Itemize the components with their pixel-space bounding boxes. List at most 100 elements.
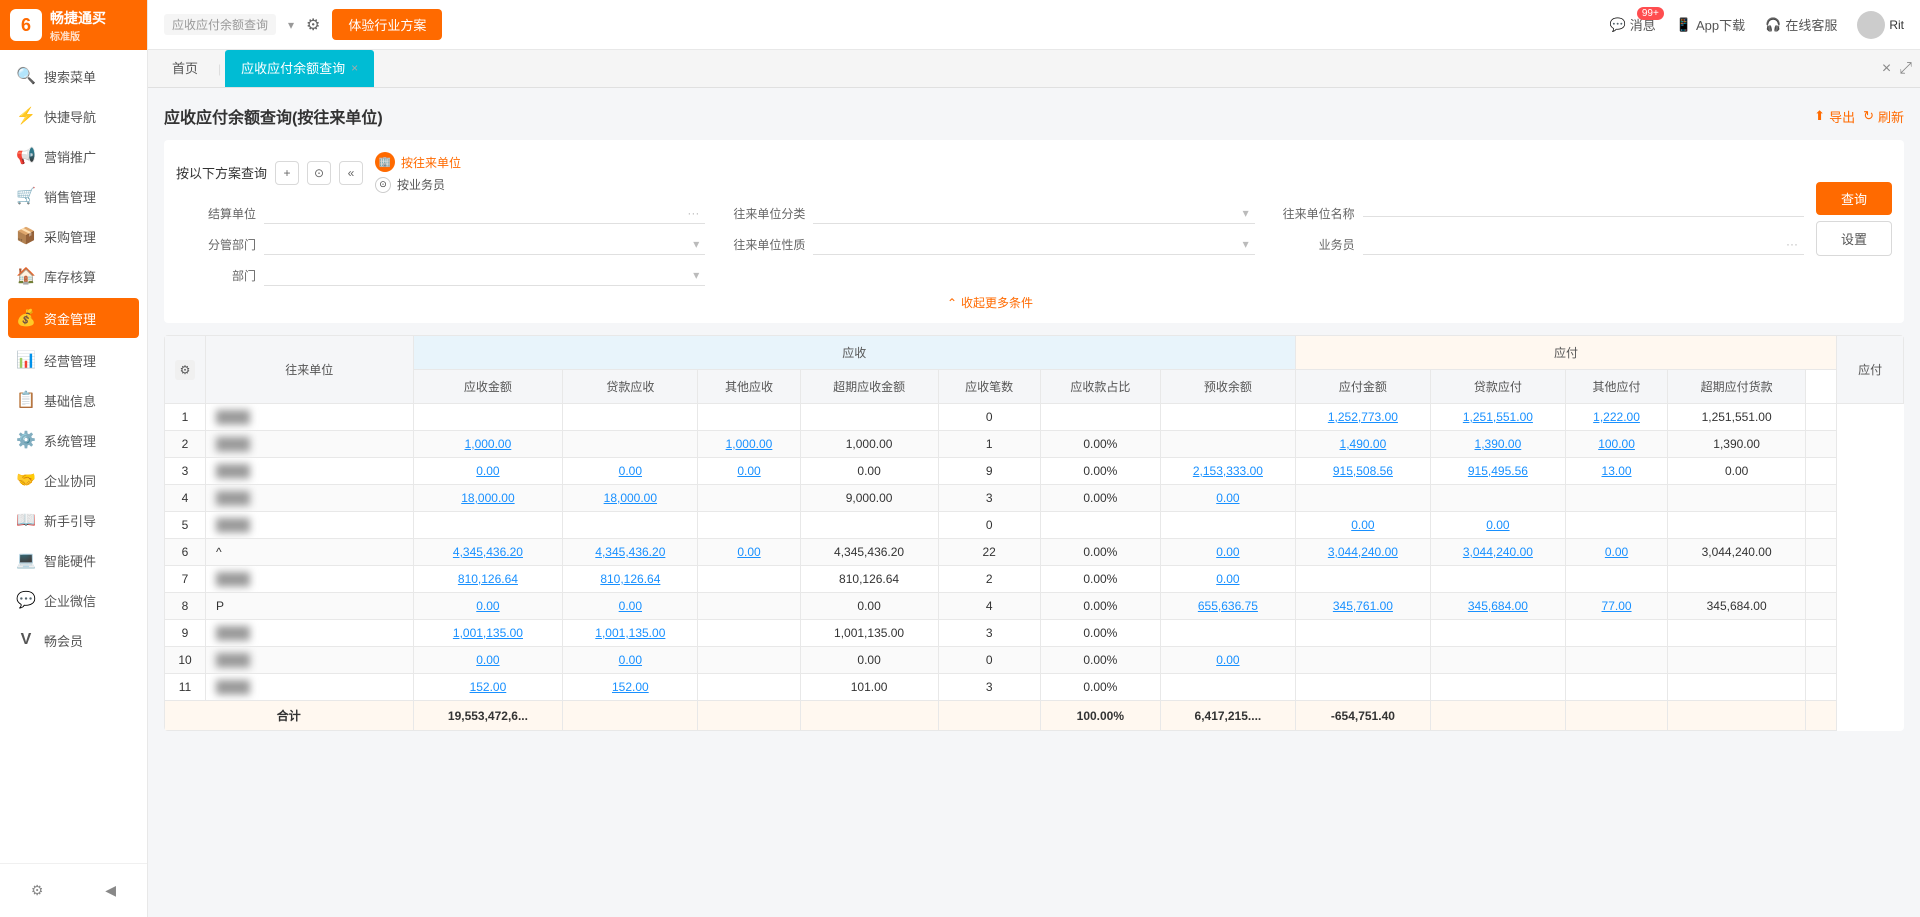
row-ap-tail [1806,431,1837,458]
th-ar-other: 其他应收 [698,370,800,404]
row-index: 11 [165,674,206,701]
row-partner: ████ [206,566,414,593]
add-scheme-button[interactable]: + [275,161,299,185]
sidebar-item-quicknav[interactable]: ⚡ 快捷导航 [0,96,147,136]
collapse-scheme-button[interactable]: « [339,161,363,185]
partner-name-input[interactable] [1363,210,1804,217]
maximize-window-button[interactable]: ⤢ [1899,60,1912,78]
row-ar-amount: 810,126.64 [413,566,563,593]
sidebar-item-vip[interactable]: V 畅会员 [0,620,147,660]
edit-scheme-button[interactable]: ⊙ [307,161,331,185]
row-ar-ratio: 0.00% [1040,566,1160,593]
collapse-more-button[interactable]: ⌃ 收起更多条件 [947,294,1033,311]
refresh-button[interactable]: ↻ 刷新 [1863,107,1904,126]
sidebar-footer: ⚙ ◀ [0,863,147,917]
table-settings-icon[interactable]: ⚙ [175,360,195,380]
row-ap-amount: 1,252,773.00 [1295,404,1430,431]
row-ar-prepay: 0.00 [1160,485,1295,512]
partner-category-input[interactable]: ▾ [813,203,1254,224]
row-ap-overdue: 1,251,551.00 [1668,404,1806,431]
settlement-unit-label: 结算单位 [176,205,256,222]
row-ar-prepay: 655,636.75 [1160,593,1295,620]
sidebar-item-guide[interactable]: 📖 新手引导 [0,500,147,540]
row-ar-overdue: 4,345,436.20 [800,539,938,566]
sidebar-collapse-button[interactable]: ◀ [97,874,124,907]
scheme-option-by-salesperson[interactable]: ⊙ 按业务员 [375,176,461,193]
row-ar-amount: 18,000.00 [413,485,563,512]
wechat-icon: 💬 [16,590,36,610]
row-ap-tail [1806,566,1837,593]
tab-close-icon[interactable]: × [351,61,358,75]
dept-input[interactable]: ▾ [264,265,705,286]
sidebar-item-purchase[interactable]: 📦 采购管理 [0,216,147,256]
row-ar-amount [413,404,563,431]
industry-plan-button[interactable]: 体验行业方案 [332,9,442,40]
row-ap-amount: 915,508.56 [1295,458,1430,485]
row-ap-amount [1295,647,1430,674]
row-ap-overdue [1668,512,1806,539]
dept-manager-input[interactable]: ▾ [264,234,705,255]
partner-nature-input[interactable]: ▾ [813,234,1254,255]
sidebar-item-operations[interactable]: 📊 经营管理 [0,340,147,380]
query-button[interactable]: 查询 [1816,182,1892,215]
sidebar-item-hardware[interactable]: 💻 智能硬件 [0,540,147,580]
row-ar-loan: 1,001,135.00 [563,620,698,647]
row-ar-other [698,512,800,539]
settings-gear-icon[interactable]: ⚙ [306,15,320,35]
row-ar-prepay: 0.00 [1160,566,1295,593]
footer-ap-total: -654,751.40 [1295,701,1430,731]
export-button[interactable]: ⬆ 导出 [1814,107,1855,126]
sidebar-label-inventory: 库存核算 [44,267,96,286]
row-ap-tail [1806,404,1837,431]
salesperson-input[interactable]: ··· [1363,234,1804,255]
setting-button[interactable]: 设置 [1816,221,1892,256]
row-ap-other [1565,485,1667,512]
row-ar-count: 3 [938,620,1040,647]
sidebar-item-search[interactable]: 🔍 搜索菜单 [0,56,147,96]
row-ap-loan: 345,684.00 [1430,593,1565,620]
message-button[interactable]: 💬 消息 99+ [1610,15,1656,34]
row-ap-tail [1806,539,1837,566]
row-partner: ████ [206,647,414,674]
tab-home[interactable]: 首页 [156,50,214,87]
service-icon: 🎧 [1765,17,1781,33]
scheme-option-by-partner[interactable]: 🏢 按往来单位 [375,152,461,172]
row-ar-ratio: 0.00% [1040,620,1160,647]
app-download-button[interactable]: 📱 App下载 [1676,15,1745,34]
breadcrumb: 应收应付余额查询 [164,14,276,35]
row-ar-loan: 0.00 [563,593,698,620]
row-ar-loan [563,512,698,539]
sidebar-item-basic[interactable]: 📋 基础信息 [0,380,147,420]
sidebar-item-wechat[interactable]: 💬 企业微信 [0,580,147,620]
sidebar-item-inventory[interactable]: 🏠 库存核算 [0,256,147,296]
filter-dept-manager: 分管部门 ▾ [176,234,705,255]
sidebar-settings-button[interactable]: ⚙ [23,874,52,907]
sidebar-item-marketing[interactable]: 📢 营销推广 [0,136,147,176]
guide-icon: 📖 [16,510,36,530]
row-ar-other: 0.00 [698,539,800,566]
settlement-unit-input[interactable]: ··· [264,203,705,224]
online-service-button[interactable]: 🎧 在线客服 [1765,15,1837,34]
row-ar-other [698,647,800,674]
sidebar-item-system[interactable]: ⚙️ 系统管理 [0,420,147,460]
table-row: 5 ████ 0 0.00 0.00 [165,512,1904,539]
user-profile[interactable]: Rit [1857,11,1904,39]
sidebar-item-finance[interactable]: 💰 资金管理 [8,298,139,338]
row-ar-overdue: 0.00 [800,593,938,620]
tab-ar-ap-query[interactable]: 应收应付余额查询 × [225,50,374,87]
sidebar-item-sales[interactable]: 🛒 销售管理 [0,176,147,216]
row-ar-other: 0.00 [698,458,800,485]
refresh-label: 刷新 [1878,107,1904,126]
row-ar-loan: 0.00 [563,458,698,485]
tab-ar-ap-label: 应收应付余额查询 [241,58,345,77]
sidebar-item-collab[interactable]: 🤝 企业协同 [0,460,147,500]
row-partner: ████ [206,458,414,485]
th-ar-count: 应收笔数 [938,370,1040,404]
row-ap-amount [1295,620,1430,647]
collapse-area: ⌃ 收起更多条件 [176,286,1804,311]
sidebar-label-wechat: 企业微信 [44,591,96,610]
table-row: 3 ████ 0.00 0.00 0.00 0.00 9 0.00% 2,153… [165,458,1904,485]
table-row: 7 ████ 810,126.64 810,126.64 810,126.64 … [165,566,1904,593]
dropdown-arrow-icon[interactable]: ▾ [288,18,294,32]
close-window-button[interactable]: × [1882,60,1891,78]
